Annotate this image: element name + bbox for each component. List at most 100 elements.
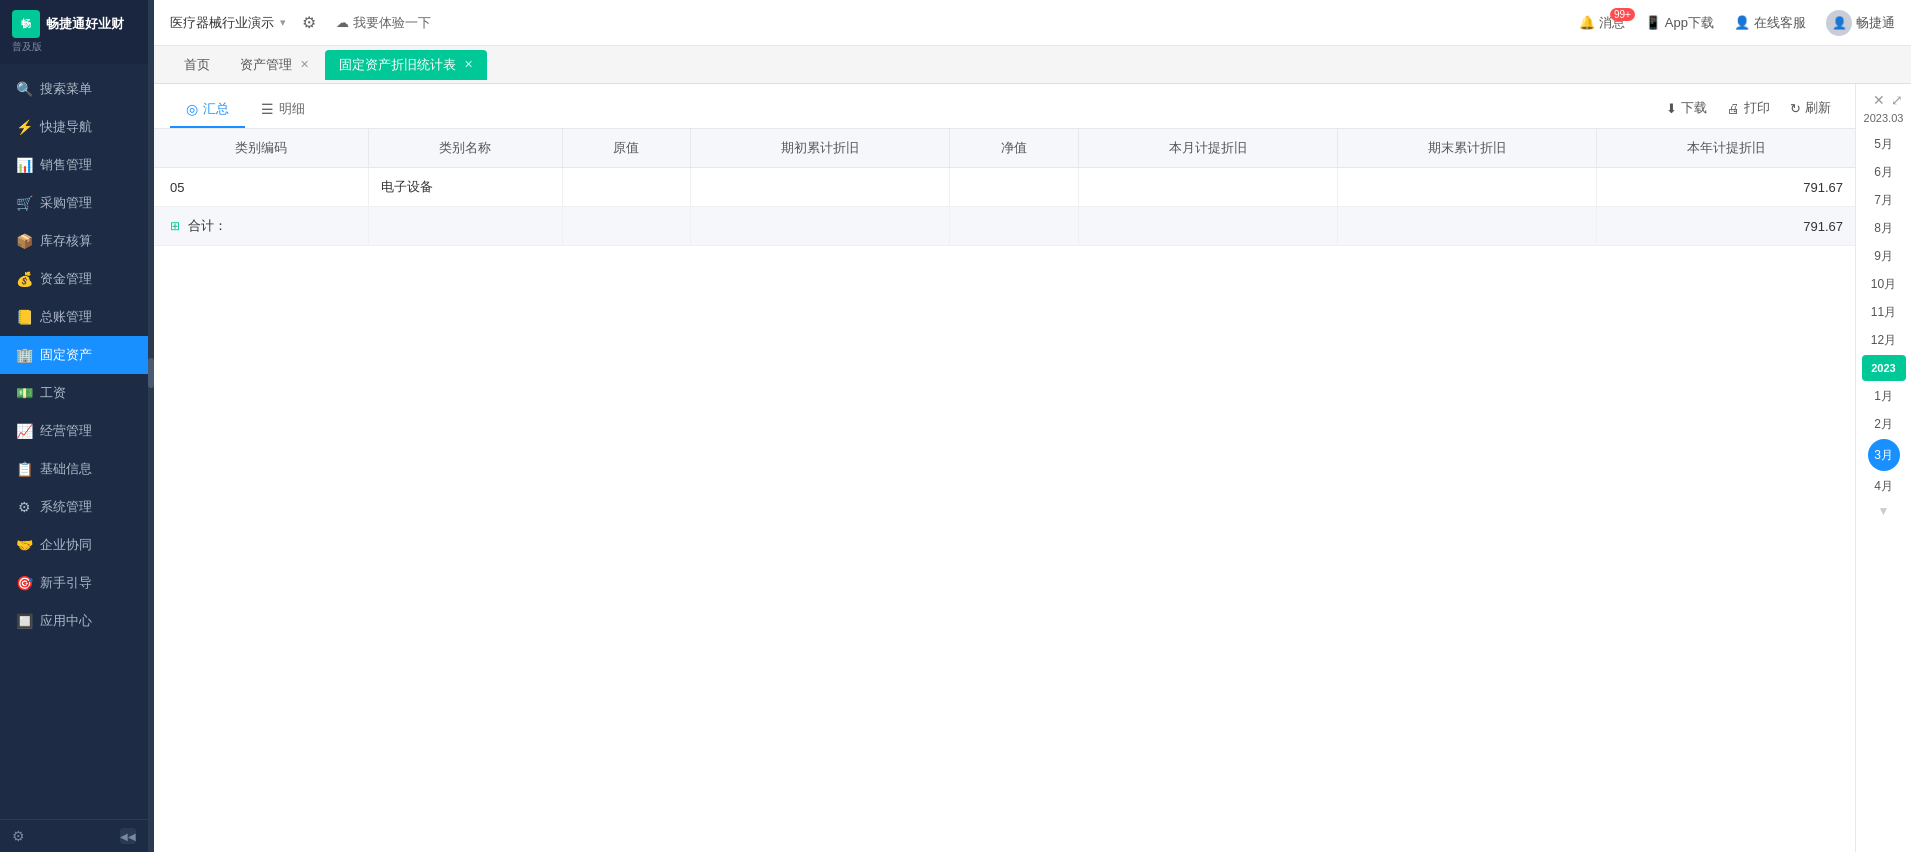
- download-button[interactable]: ⬇ 下载: [1658, 95, 1715, 121]
- sidebar-item-guide[interactable]: 🎯 新手引导: [0, 564, 148, 602]
- sales-icon: 📊: [16, 157, 32, 173]
- operations-icon: 📈: [16, 423, 32, 439]
- tab-asset-mgmt-close-icon[interactable]: ✕: [300, 58, 309, 71]
- sidebar-item-sales[interactable]: 📊 销售管理: [0, 146, 148, 184]
- customer-service-icon: 👤: [1734, 15, 1750, 30]
- content-area: ◎ 汇总 ☰ 明细 ⬇ 下载 🖨 打印: [154, 84, 1911, 852]
- sidebar-item-search[interactable]: 🔍 搜索菜单: [0, 70, 148, 108]
- download-icon: ⬇: [1666, 101, 1677, 116]
- month-6[interactable]: 6月: [1864, 159, 1904, 185]
- sidebar-item-quick-nav[interactable]: ⚡ 快捷导航: [0, 108, 148, 146]
- month-10[interactable]: 10月: [1864, 271, 1904, 297]
- month-9[interactable]: 9月: [1864, 243, 1904, 269]
- sidebar-item-system[interactable]: ⚙ 系统管理: [0, 488, 148, 526]
- print-label: 打印: [1744, 99, 1770, 117]
- messages-button[interactable]: 🔔 消息 99+: [1579, 14, 1625, 32]
- app-logo: 畅 畅捷通好业财: [12, 10, 124, 38]
- sidebar-item-operations[interactable]: 📈 经营管理: [0, 412, 148, 450]
- month-1[interactable]: 1月: [1864, 383, 1904, 409]
- tab-asset-mgmt-label: 资产管理: [240, 56, 292, 74]
- month-2[interactable]: 2月: [1864, 411, 1904, 437]
- app-edition: 普及版: [12, 40, 42, 54]
- messages-badge: 99+: [1610, 8, 1635, 21]
- sub-tab-detail[interactable]: ☰ 明细: [245, 94, 321, 128]
- sidebar-item-system-label: 系统管理: [40, 498, 92, 516]
- topbar-right: 🔔 消息 99+ 📱 App下载 👤 在线客服 👤 畅捷通: [1579, 10, 1895, 36]
- sidebar-item-guide-label: 新手引导: [40, 574, 92, 592]
- sidebar-item-inventory[interactable]: 📦 库存核算: [0, 222, 148, 260]
- sub-tab-summary[interactable]: ◎ 汇总: [170, 94, 245, 128]
- month-8[interactable]: 8月: [1864, 215, 1904, 241]
- sidebar-item-payroll[interactable]: 💵 工资: [0, 374, 148, 412]
- cell-name: 电子设备: [368, 168, 562, 207]
- month-4[interactable]: 4月: [1864, 473, 1904, 499]
- col-header-code: 类别编码: [154, 129, 368, 168]
- app-name: 畅捷通好业财: [46, 16, 124, 32]
- total-annual-dep: 791.67: [1597, 207, 1855, 246]
- sidebar-footer: ⚙ ◀◀: [0, 819, 148, 852]
- panel-close-icon[interactable]: ✕: [1873, 92, 1885, 108]
- col-header-initial-dep: 期初累计折旧: [691, 129, 950, 168]
- sidebar-collapse-button[interactable]: ◀◀: [120, 828, 136, 844]
- guide-icon: 🎯: [16, 575, 32, 591]
- print-button[interactable]: 🖨 打印: [1719, 95, 1778, 121]
- tab-depreciation-close-icon[interactable]: ✕: [464, 58, 473, 71]
- user-profile-button[interactable]: 👤 畅捷通: [1826, 10, 1895, 36]
- company-selector[interactable]: 医疗器械行业演示 ▾: [170, 14, 286, 32]
- ledger-icon: 📒: [16, 309, 32, 325]
- sidebar-item-basic-info[interactable]: 📋 基础信息: [0, 450, 148, 488]
- month-5[interactable]: 5月: [1864, 131, 1904, 157]
- collab-icon: 🤝: [16, 537, 32, 553]
- topbar-settings-button[interactable]: ⚙: [298, 9, 320, 36]
- sidebar-item-fixed-assets[interactable]: 🏢 固定资产: [0, 336, 148, 374]
- collapse-icon: ◀◀: [120, 831, 136, 842]
- sidebar-item-finance[interactable]: 💰 资金管理: [0, 260, 148, 298]
- panel-nav-down[interactable]: ▼: [1878, 504, 1890, 518]
- refresh-button[interactable]: ↻ 刷新: [1782, 95, 1839, 121]
- month-11[interactable]: 11月: [1864, 299, 1904, 325]
- toolbar: ⬇ 下载 🖨 打印 ↻ 刷新: [1658, 95, 1839, 127]
- tab-depreciation[interactable]: 固定资产折旧统计表 ✕: [325, 50, 487, 80]
- refresh-label: 刷新: [1805, 99, 1831, 117]
- month-12[interactable]: 12月: [1864, 327, 1904, 353]
- year-2023-marker: 2023: [1862, 355, 1906, 381]
- table-row[interactable]: 05 电子设备 791.67: [154, 168, 1855, 207]
- cell-code: 05: [154, 168, 368, 207]
- app-download-button[interactable]: 📱 App下载: [1645, 14, 1714, 32]
- sidebar-item-collab[interactable]: 🤝 企业协同: [0, 526, 148, 564]
- col-header-original: 原值: [562, 129, 690, 168]
- app-center-icon: 🔲: [16, 613, 32, 629]
- total-label: 合计：: [188, 218, 227, 233]
- tab-depreciation-label: 固定资产折旧统计表: [339, 56, 456, 74]
- panel-expand-icon[interactable]: ⤢: [1891, 92, 1903, 108]
- customer-service-label: 在线客服: [1754, 14, 1806, 32]
- sidebar-item-ledger[interactable]: 📒 总账管理: [0, 298, 148, 336]
- sidebar-item-fixed-assets-label: 固定资产: [40, 346, 92, 364]
- user-avatar: 👤: [1826, 10, 1852, 36]
- detail-tab-icon: ☰: [261, 101, 274, 117]
- company-chevron-icon: ▾: [280, 16, 286, 29]
- total-row: ⊞ 合计： 791.67: [154, 207, 1855, 246]
- table-container: 类别编码 类别名称 原值 期初累计折旧 净值 本月计提折旧 期末累计折旧 本年计…: [154, 129, 1855, 852]
- depreciation-table: 类别编码 类别名称 原值 期初累计折旧 净值 本月计提折旧 期末累计折旧 本年计…: [154, 129, 1855, 246]
- total-label-cell: ⊞ 合计：: [154, 207, 368, 246]
- sidebar-scrollbar[interactable]: [148, 0, 154, 852]
- sidebar-item-sales-label: 销售管理: [40, 156, 92, 174]
- month-3-active[interactable]: 3月: [1868, 439, 1900, 471]
- experience-button[interactable]: ☁ 我要体验一下: [336, 14, 431, 32]
- customer-service-button[interactable]: 👤 在线客服: [1734, 14, 1806, 32]
- logo-icon: 畅: [12, 10, 40, 38]
- download-label: 下载: [1681, 99, 1707, 117]
- avatar-icon: 👤: [1832, 16, 1847, 30]
- sidebar-item-basic-info-label: 基础信息: [40, 460, 92, 478]
- sidebar-item-purchase[interactable]: 🛒 采购管理: [0, 184, 148, 222]
- footer-settings-icon[interactable]: ⚙: [12, 828, 25, 844]
- month-7[interactable]: 7月: [1864, 187, 1904, 213]
- col-header-name: 类别名称: [368, 129, 562, 168]
- sidebar-item-ledger-label: 总账管理: [40, 308, 92, 326]
- sidebar: 畅 畅捷通好业财 普及版 🔍 搜索菜单 ⚡ 快捷导航 📊 销售管理: [0, 0, 148, 852]
- tab-asset-mgmt[interactable]: 资产管理 ✕: [226, 50, 323, 80]
- sidebar-item-app-center[interactable]: 🔲 应用中心: [0, 602, 148, 640]
- tab-home[interactable]: 首页: [170, 50, 224, 80]
- messages-icon: 🔔: [1579, 15, 1595, 30]
